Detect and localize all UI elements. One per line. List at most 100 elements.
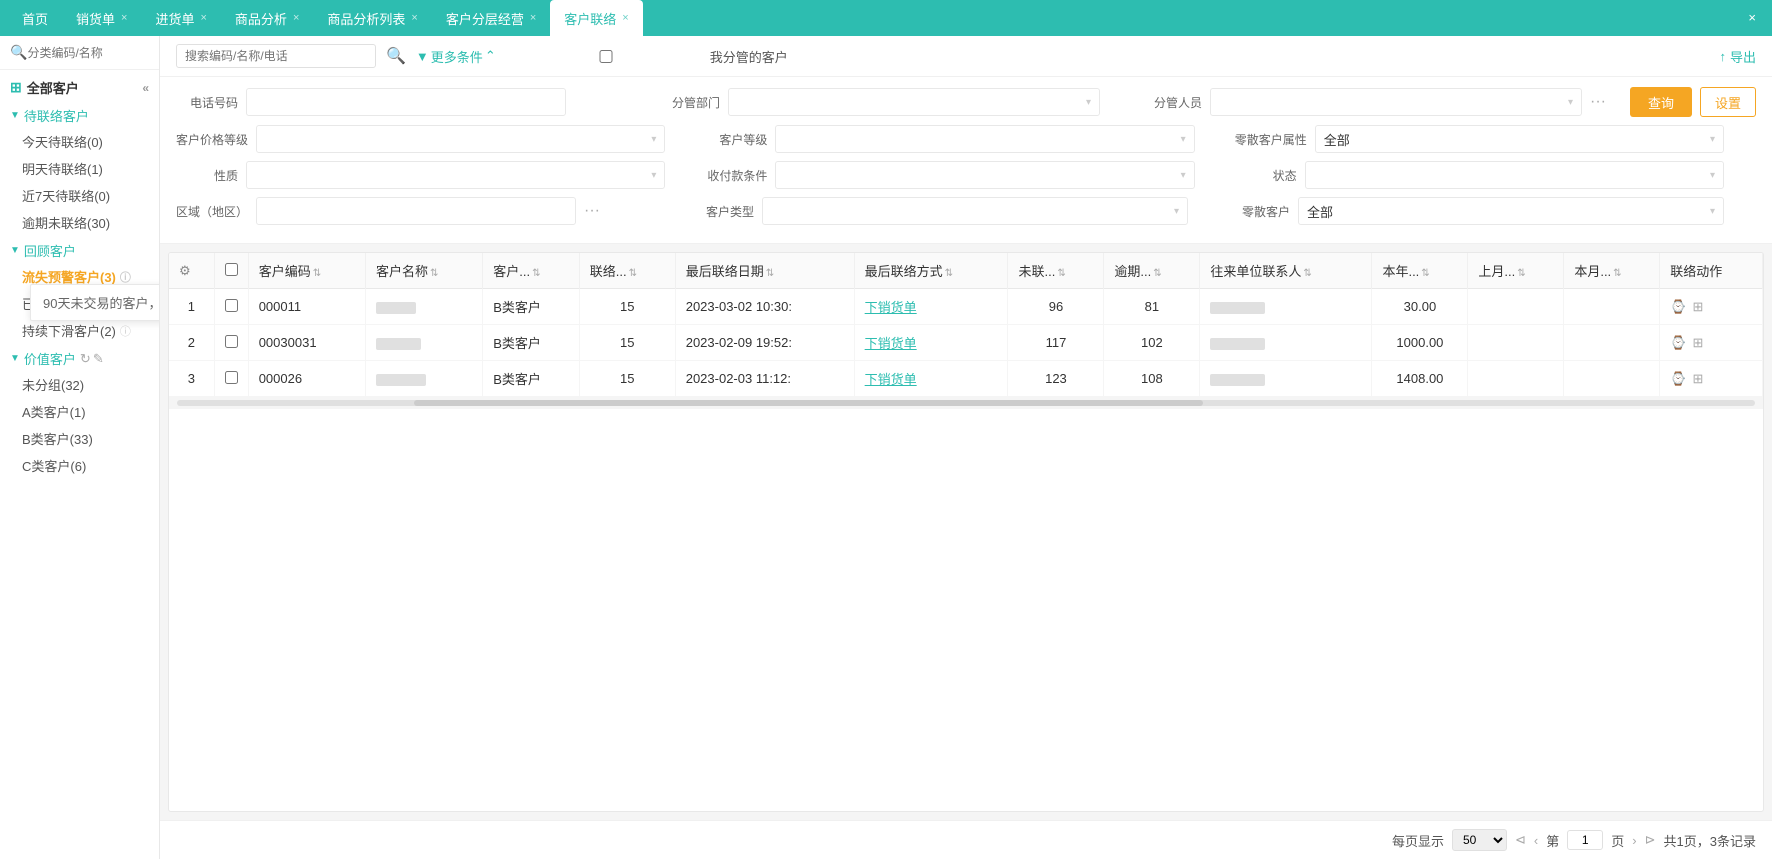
close-icon[interactable]: ×	[200, 12, 206, 24]
check-cell[interactable]	[214, 361, 248, 397]
col-this-year[interactable]: 本年...⇅	[1372, 253, 1468, 289]
price-level-select[interactable]: ▾	[256, 125, 665, 153]
table-header-row: ⚙ 客户编码⇅ 客户名称⇅ 客户...⇅ 联络...⇅ 最后联络日期⇅ 最后联络…	[169, 253, 1763, 289]
col-contact-num[interactable]: 联络...⇅	[579, 253, 675, 289]
close-all-button[interactable]: ×	[1740, 9, 1764, 27]
region-more-icon[interactable]: ···	[576, 202, 608, 220]
export-button[interactable]: ↑ 导出	[1719, 47, 1756, 66]
sidebar-item-class-b[interactable]: B类客户(33)	[0, 425, 159, 452]
col-last-way[interactable]: 最后联络方式⇅	[854, 253, 1008, 289]
page-next-button[interactable]: ›	[1632, 833, 1636, 848]
more-action-icon[interactable]: ⊞	[1692, 371, 1703, 387]
col-code[interactable]: 客户编码⇅	[248, 253, 365, 289]
close-icon[interactable]: ×	[622, 12, 628, 24]
nav-tab-home[interactable]: 首页	[8, 0, 62, 36]
col-contact-person[interactable]: 往来单位联系人⇅	[1200, 253, 1372, 289]
my-customers-checkbox[interactable]	[506, 50, 706, 63]
more-action-icon[interactable]: ⊞	[1692, 335, 1703, 351]
my-customers-checkbox-area[interactable]: 我分管的客户	[506, 47, 788, 66]
filter-bar: 🔍 ▼ 更多条件 ⌃ 我分管的客户 ↑ 导出	[160, 36, 1772, 77]
nav-tab-product-analysis[interactable]: 商品分析 ×	[221, 0, 313, 36]
region-select[interactable]	[256, 197, 576, 225]
nav-tab-purchase[interactable]: 进货单 ×	[141, 0, 220, 36]
settings-button[interactable]: 设置	[1700, 87, 1756, 117]
sidebar-item-class-c[interactable]: C类客户(6)	[0, 452, 159, 479]
export-icon: ↑	[1719, 49, 1726, 64]
table-footer: 每页显示 50 100 200 ⊲ ‹ 第 页 › ⊳ 共1页，3条记录	[160, 820, 1772, 859]
more-conditions-button[interactable]: ▼ 更多条件 ⌃	[416, 47, 496, 66]
refresh-icon[interactable]: ↻	[80, 351, 91, 367]
more-action-icon[interactable]: ⊞	[1692, 299, 1703, 315]
filter-row-3: 性质 ▾ 收付款条件 ▾ 状态	[176, 161, 1756, 189]
nav-tab-product-list[interactable]: 商品分析列表 ×	[313, 0, 431, 36]
dept-select[interactable]: ▾	[728, 88, 1100, 116]
payment-select[interactable]: ▾	[775, 161, 1194, 189]
check-cell[interactable]	[214, 289, 248, 325]
sidebar-search-input[interactable]	[27, 46, 149, 60]
col-this-month[interactable]: 本月...⇅	[1564, 253, 1660, 289]
contact-way-link[interactable]: 下销货单	[865, 372, 917, 387]
page-number-input[interactable]	[1567, 830, 1603, 850]
close-icon[interactable]: ×	[293, 12, 299, 24]
search-input[interactable]	[176, 44, 376, 68]
close-icon[interactable]: ×	[121, 12, 127, 24]
nav-tab-customer-contact[interactable]: 客户联络 ×	[550, 0, 642, 36]
select-all-checkbox[interactable]	[225, 263, 238, 276]
zero-customer-select[interactable]: 全部 ▾	[1298, 197, 1724, 225]
page-prev-button[interactable]: ‹	[1534, 833, 1538, 848]
name-cell	[365, 325, 482, 361]
filter-field-zero-attr: 零散客户属性 全部 ▾	[1235, 125, 1724, 153]
contact-icon[interactable]: ⌚	[1670, 335, 1686, 351]
horizontal-scrollbar[interactable]	[169, 397, 1763, 409]
contact-icon[interactable]: ⌚	[1670, 299, 1686, 315]
customer-level-select[interactable]: ▾	[775, 125, 1194, 153]
col-settings[interactable]: ⚙	[169, 253, 214, 289]
row-checkbox[interactable]	[225, 371, 238, 384]
type-cell: B类客户	[483, 325, 580, 361]
sidebar-item-7days[interactable]: 近7天待联络(0)	[0, 182, 159, 209]
scrollbar-thumb[interactable]	[414, 400, 1203, 406]
search-icon[interactable]: 🔍	[386, 46, 406, 66]
per-page-select[interactable]: 50 100 200	[1452, 829, 1507, 851]
nav-tab-sales[interactable]: 销货单 ×	[62, 0, 141, 36]
sidebar-group-pending[interactable]: ▼ 待联络客户	[0, 101, 159, 128]
check-cell[interactable]	[214, 325, 248, 361]
sidebar-item-class-a[interactable]: A类客户(1)	[0, 398, 159, 425]
sidebar-collapse-button[interactable]: «	[142, 81, 149, 95]
more-icon[interactable]: ···	[1582, 93, 1614, 111]
last-way-cell: 下销货单	[854, 361, 1008, 397]
row-checkbox[interactable]	[225, 299, 238, 312]
sidebar-item-unclassified[interactable]: 未分组(32)	[0, 371, 159, 398]
nature-select[interactable]: ▾	[246, 161, 665, 189]
staff-select[interactable]: ▾	[1210, 88, 1582, 116]
contact-way-link[interactable]: 下销货单	[865, 300, 917, 315]
contact-way-link[interactable]: 下销货单	[865, 336, 917, 351]
row-checkbox[interactable]	[225, 335, 238, 348]
sidebar-item-declining[interactable]: 持续下滑客户(2) ⓘ	[0, 317, 159, 344]
sort-icon: ⇅	[945, 268, 953, 279]
sidebar-group-value[interactable]: ▼ 价值客户 ↻ ✎	[0, 344, 159, 371]
col-unlisted[interactable]: 未联...⇅	[1008, 253, 1104, 289]
contact-icon[interactable]: ⌚	[1670, 371, 1686, 387]
col-checkbox[interactable]	[214, 253, 248, 289]
col-last-date[interactable]: 最后联络日期⇅	[675, 253, 854, 289]
query-button[interactable]: 查询	[1630, 87, 1692, 117]
close-icon[interactable]: ×	[411, 12, 417, 24]
page-first-button[interactable]: ⊲	[1515, 832, 1526, 848]
page-last-button[interactable]: ⊳	[1645, 832, 1656, 848]
col-overdue[interactable]: 逾期...⇅	[1104, 253, 1200, 289]
sidebar-item-tomorrow[interactable]: 明天待联络(1)	[0, 155, 159, 182]
sidebar-item-overdue[interactable]: 逾期未联络(30)	[0, 209, 159, 236]
status-select[interactable]: ▾	[1305, 161, 1724, 189]
nav-tab-customer-layer[interactable]: 客户分层经营 ×	[432, 0, 550, 36]
sidebar-group-review[interactable]: ▼ 回顾客户	[0, 236, 159, 263]
col-type[interactable]: 客户...⇅	[483, 253, 580, 289]
edit-icon[interactable]: ✎	[93, 351, 104, 367]
close-icon[interactable]: ×	[530, 12, 536, 24]
customer-type-select[interactable]: ▾	[762, 197, 1188, 225]
zero-attr-select[interactable]: 全部 ▾	[1315, 125, 1724, 153]
col-last-month[interactable]: 上月...⇅	[1468, 253, 1564, 289]
phone-input[interactable]	[246, 88, 566, 116]
col-name[interactable]: 客户名称⇅	[365, 253, 482, 289]
sidebar-item-today[interactable]: 今天待联络(0)	[0, 128, 159, 155]
